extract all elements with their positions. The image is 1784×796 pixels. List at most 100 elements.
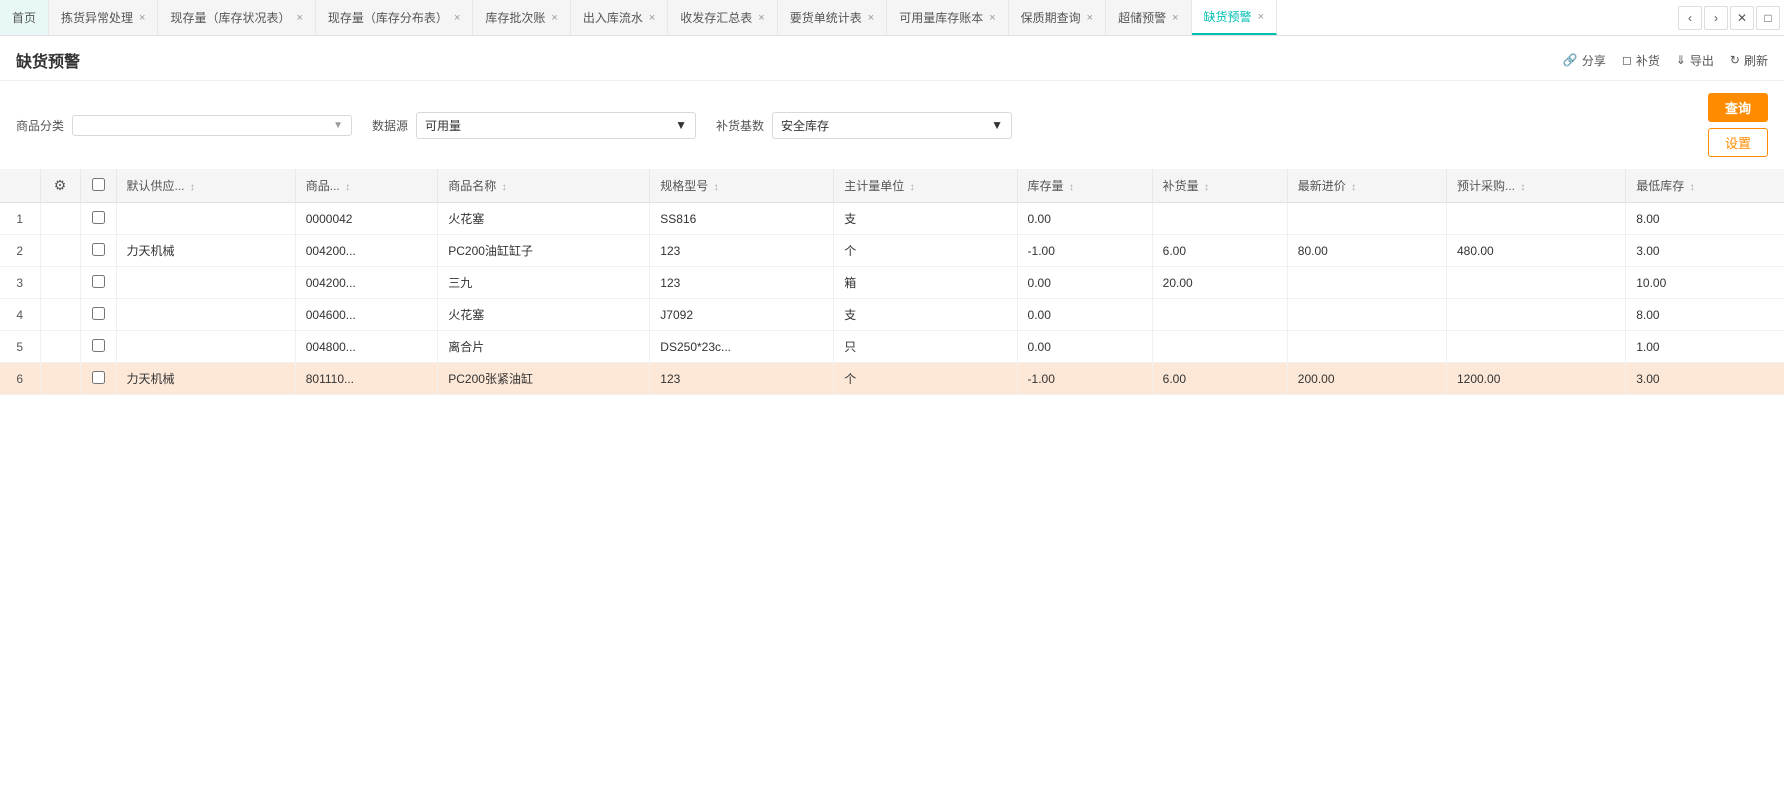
tab-shortage-close[interactable]: × xyxy=(1258,11,1264,23)
row-supplier-4 xyxy=(116,299,295,331)
col-replenish-header[interactable]: 补货量 ↕ xyxy=(1152,169,1287,203)
export-action[interactable]: ⇓ 导出 xyxy=(1676,52,1714,69)
tab-expiry-close[interactable]: × xyxy=(1087,12,1093,24)
row-price-1 xyxy=(1287,203,1446,235)
col-gear-header[interactable]: ⚙ xyxy=(40,169,80,203)
col-stock-sort-icon: ↕ xyxy=(1069,182,1074,193)
tab-flow[interactable]: 出入库流水 × xyxy=(571,0,668,35)
tab-overstock-close[interactable]: × xyxy=(1172,12,1178,24)
tab-available-stock-close[interactable]: × xyxy=(989,12,995,24)
col-supplier-header[interactable]: 默认供应... ↕ xyxy=(116,169,295,203)
datasource-select[interactable]: 可用量 ▼ xyxy=(416,112,696,139)
row-checkbox-cell-5[interactable] xyxy=(80,331,116,363)
row-supplier-1 xyxy=(116,203,295,235)
row-checkbox-2[interactable] xyxy=(92,243,105,256)
refresh-action[interactable]: ↻ 刷新 xyxy=(1730,52,1768,69)
tab-inventory-status[interactable]: 现存量（库存状况表） × xyxy=(158,0,315,35)
row-checkbox-cell-2[interactable] xyxy=(80,235,116,267)
tab-batch-account-close[interactable]: × xyxy=(551,12,557,24)
tab-inventory-dist-label: 现存量（库存分布表） xyxy=(328,9,448,26)
col-minstock-header[interactable]: 最低库存 ↕ xyxy=(1626,169,1784,203)
tab-overstock-label: 超储预警 xyxy=(1118,9,1166,26)
row-supplier-6: 力天机械 xyxy=(116,363,295,395)
row-est-6: 1200.00 xyxy=(1446,363,1625,395)
row-price-4 xyxy=(1287,299,1446,331)
col-checkbox-header[interactable] xyxy=(80,169,116,203)
tab-scroll-right-button[interactable]: › xyxy=(1704,6,1728,30)
tab-pick-exception[interactable]: 拣货异常处理 × xyxy=(49,0,158,35)
table-row: 2 力天机械 004200... PC200油缸缸子 123 个 -1.00 6… xyxy=(0,235,1784,267)
tab-inventory-dist-close[interactable]: × xyxy=(454,12,460,24)
tab-pick-exception-label: 拣货异常处理 xyxy=(61,9,133,26)
col-unit-header[interactable]: 主计量单位 ↕ xyxy=(834,169,1017,203)
row-name-6: PC200张紧油缸 xyxy=(438,363,650,395)
datasource-filter-label: 数据源 xyxy=(372,117,408,134)
row-spec-6: 123 xyxy=(650,363,834,395)
tab-order-stats[interactable]: 要货单统计表 × xyxy=(778,0,887,35)
category-filter-group: 商品分类 ▼ xyxy=(16,115,352,136)
col-est-header[interactable]: 预计采购... ↕ xyxy=(1446,169,1625,203)
col-code-header[interactable]: 商品... ↕ xyxy=(295,169,438,203)
replenish-select-value: 安全库存 xyxy=(781,117,829,134)
col-minstock-label: 最低库存 xyxy=(1636,179,1684,193)
row-checkbox-cell-1[interactable] xyxy=(80,203,116,235)
col-stock-header[interactable]: 库存量 ↕ xyxy=(1017,169,1152,203)
tab-inventory-dist[interactable]: 现存量（库存分布表） × xyxy=(316,0,473,35)
tab-summary-close[interactable]: × xyxy=(758,12,764,24)
row-price-5 xyxy=(1287,331,1446,363)
tab-maximize-button[interactable]: □ xyxy=(1756,6,1780,30)
export-label: 导出 xyxy=(1690,52,1714,69)
row-checkbox-5[interactable] xyxy=(92,339,105,352)
replenish-select[interactable]: 安全库存 ▼ xyxy=(772,112,1012,139)
tab-flow-close[interactable]: × xyxy=(649,12,655,24)
row-checkbox-cell-4[interactable] xyxy=(80,299,116,331)
tab-close-button[interactable]: ✕ xyxy=(1730,6,1754,30)
tab-home[interactable]: 首页 xyxy=(0,0,49,35)
table-row: 6 力天机械 801110... PC200张紧油缸 123 个 -1.00 6… xyxy=(0,363,1784,395)
category-select[interactable]: ▼ xyxy=(72,115,352,136)
row-checkbox-3[interactable] xyxy=(92,275,105,288)
tab-expiry[interactable]: 保质期查询 × xyxy=(1009,0,1106,35)
share-action[interactable]: 🔗 分享 xyxy=(1563,52,1606,69)
row-checkbox-4[interactable] xyxy=(92,307,105,320)
col-stock-label: 库存量 xyxy=(1028,179,1064,193)
row-price-6: 200.00 xyxy=(1287,363,1446,395)
tab-summary[interactable]: 收发存汇总表 × xyxy=(668,0,777,35)
tab-inventory-status-close[interactable]: × xyxy=(296,12,302,24)
table-row: 3 004200... 三九 123 箱 0.00 20.00 10.00 xyxy=(0,267,1784,299)
replenish-action[interactable]: ◻ 补货 xyxy=(1622,52,1660,69)
row-name-4: 火花塞 xyxy=(438,299,650,331)
tab-scroll-left-button[interactable]: ‹ xyxy=(1678,6,1702,30)
row-replenish-6: 6.00 xyxy=(1152,363,1287,395)
row-minstock-4: 8.00 xyxy=(1626,299,1784,331)
tab-inventory-status-label: 现存量（库存状况表） xyxy=(170,9,290,26)
col-est-label: 预计采购... xyxy=(1457,179,1515,193)
row-checkbox-cell-6[interactable] xyxy=(80,363,116,395)
replenish-label: 补货 xyxy=(1636,52,1660,69)
col-price-header[interactable]: 最新进价 ↕ xyxy=(1287,169,1446,203)
tab-order-stats-close[interactable]: × xyxy=(868,12,874,24)
tab-pick-exception-close[interactable]: × xyxy=(139,12,145,24)
tab-available-stock[interactable]: 可用量库存账本 × xyxy=(887,0,1008,35)
row-code-5: 004800... xyxy=(295,331,438,363)
row-checkbox-6[interactable] xyxy=(92,371,105,384)
row-gear-cell-6 xyxy=(40,363,80,395)
page-content: 缺货预警 🔗 分享 ◻ 补货 ⇓ 导出 ↻ 刷新 商品分类 xyxy=(0,36,1784,796)
col-name-header[interactable]: 商品名称 ↕ xyxy=(438,169,650,203)
col-code-sort-icon: ↕ xyxy=(345,182,350,193)
row-checkbox-cell-3[interactable] xyxy=(80,267,116,299)
table-gear-icon[interactable]: ⚙ xyxy=(54,177,67,193)
select-all-checkbox[interactable] xyxy=(92,178,105,191)
tab-overstock[interactable]: 超储预警 × xyxy=(1106,0,1191,35)
replenish-icon: ◻ xyxy=(1622,53,1632,67)
settings-button[interactable]: 设置 xyxy=(1708,128,1768,157)
tab-shortage[interactable]: 缺货预警 × xyxy=(1192,0,1277,35)
tab-batch-account[interactable]: 库存批次账 × xyxy=(473,0,570,35)
col-spec-header[interactable]: 规格型号 ↕ xyxy=(650,169,834,203)
col-unit-sort-icon: ↕ xyxy=(910,182,915,193)
refresh-label: 刷新 xyxy=(1744,52,1768,69)
datasource-filter-group: 数据源 可用量 ▼ xyxy=(372,112,696,139)
row-checkbox-1[interactable] xyxy=(92,211,105,224)
row-unit-5: 只 xyxy=(834,331,1017,363)
query-button[interactable]: 查询 xyxy=(1708,93,1768,122)
